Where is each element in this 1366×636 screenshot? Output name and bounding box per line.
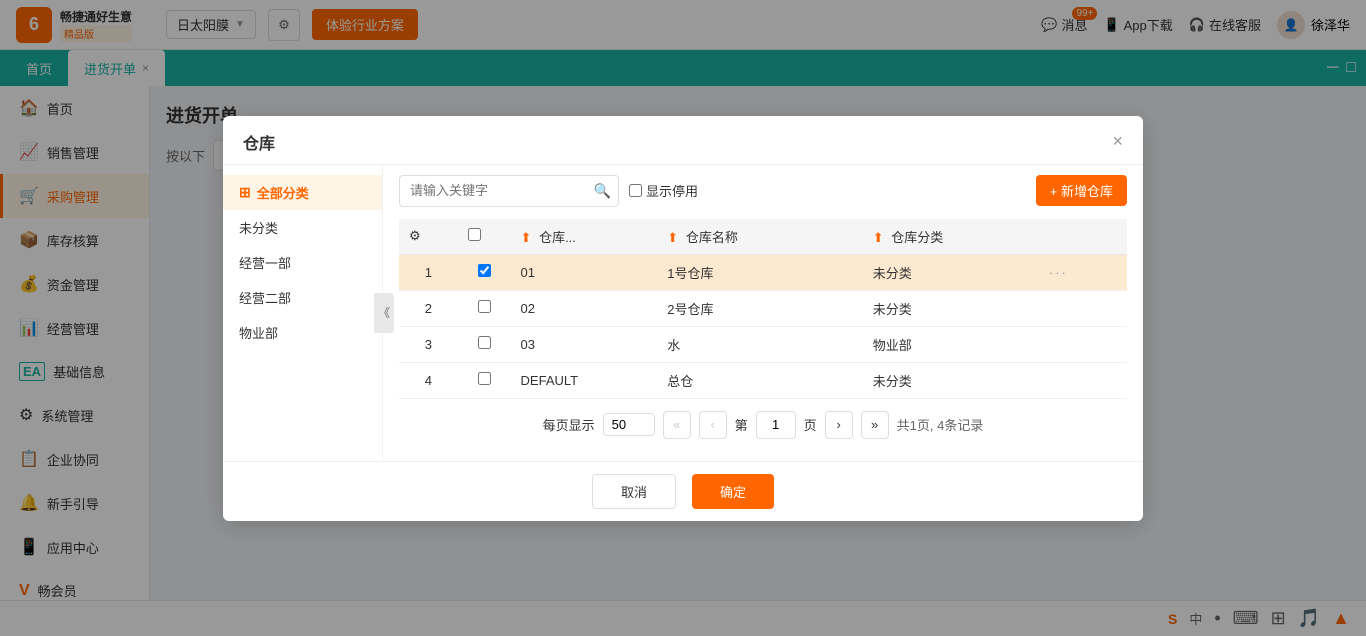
row-category: 未分类 [863,254,1039,290]
page-label: 第 [735,415,748,434]
page-suffix: 页 [804,415,817,434]
row-name: 2号仓库 [657,290,862,326]
row-name: 水 [657,326,862,362]
row-checkbox[interactable] [478,372,491,385]
row-category: 未分类 [863,362,1039,398]
cancel-button[interactable]: 取消 [592,474,676,509]
select-all-checkbox[interactable] [468,228,481,241]
row-checkbox[interactable] [478,336,491,349]
table-row[interactable]: 1 01 1号仓库 未分类 ··· [399,254,1127,290]
row-actions[interactable] [1039,326,1127,362]
col-header-name: ⬆ 仓库名称 [657,219,862,255]
table-row[interactable]: 4 DEFAULT 总仓 未分类 [399,362,1127,398]
row-checkbox-cell [458,254,511,290]
modal-overlay: 仓库 × ⊞ 全部分类 未分类 经营一部 经营二部 物业部 《 [0,0,1366,636]
row-checkbox-cell [458,362,511,398]
collapse-button[interactable]: 《 [374,293,394,333]
total-info: 共1页, 4条记录 [897,415,984,434]
row-category: 物业部 [863,326,1039,362]
col-header-num: ⚙ [399,219,458,255]
row-code: 02 [511,290,658,326]
pagination-bar: 每页显示 50 100 « ‹ 第 页 › » 共1页, 4条记录 [399,399,1127,451]
last-page-button[interactable]: » [861,411,889,439]
per-page-label: 每页显示 [543,415,595,434]
table-body: 1 01 1号仓库 未分类 ··· 2 02 2号仓库 未分类 3 03 水 物… [399,254,1127,398]
row-category: 未分类 [863,290,1039,326]
row-checkbox-cell [458,326,511,362]
gear-col-icon[interactable]: ⚙ [409,228,421,243]
row-num: 3 [399,326,458,362]
row-num: 2 [399,290,458,326]
category-item-ops2[interactable]: 经营二部 [223,280,382,315]
row-actions[interactable]: ··· [1039,254,1127,290]
search-input-wrap: 🔍 [399,175,619,207]
modal-body: ⊞ 全部分类 未分类 经营一部 经营二部 物业部 《 🔍 [223,165,1143,461]
warehouse-table: ⚙ ⬆ 仓库... ⬆ 仓库名称 [399,219,1127,399]
row-name: 总仓 [657,362,862,398]
table-panel: 🔍 显示停用 + 新增仓库 ⚙ [383,165,1143,461]
row-code: DEFAULT [511,362,658,398]
row-name: 1号仓库 [657,254,862,290]
grid-icon: ⊞ [239,184,251,201]
table-row[interactable]: 3 03 水 物业部 [399,326,1127,362]
col-header-actions [1039,219,1127,255]
table-row[interactable]: 2 02 2号仓库 未分类 [399,290,1127,326]
confirm-button[interactable]: 确定 [692,474,774,509]
search-input[interactable] [399,175,619,207]
category-all-label: 全部分类 [257,183,309,202]
col-header-category: ⬆ 仓库分类 [863,219,1039,255]
category-item-ops1[interactable]: 经营一部 [223,245,382,280]
category-item-unclassified[interactable]: 未分类 [223,210,382,245]
add-warehouse-button[interactable]: + 新增仓库 [1036,175,1127,206]
sort-code-icon: ⬆ [521,230,532,245]
page-input[interactable] [756,411,796,439]
category-all[interactable]: ⊞ 全部分类 [223,175,382,210]
search-bar: 🔍 显示停用 + 新增仓库 [399,175,1127,207]
row-code: 01 [511,254,658,290]
modal-header: 仓库 × [223,116,1143,165]
show-disabled-checkbox[interactable] [629,184,642,197]
modal-close-button[interactable]: × [1112,131,1123,152]
first-page-button[interactable]: « [663,411,691,439]
search-icon[interactable]: 🔍 [594,182,611,199]
sort-name-icon: ⬆ [667,230,678,245]
row-num: 4 [399,362,458,398]
sort-category-icon: ⬆ [873,230,884,245]
row-code: 03 [511,326,658,362]
row-actions[interactable] [1039,290,1127,326]
row-num: 1 [399,254,458,290]
next-page-button[interactable]: › [825,411,853,439]
modal-title: 仓库 [243,130,275,154]
col-header-check [458,219,511,255]
table-header: ⚙ ⬆ 仓库... ⬆ 仓库名称 [399,219,1127,255]
category-panel: ⊞ 全部分类 未分类 经营一部 经营二部 物业部 《 [223,165,383,461]
col-header-code: ⬆ 仓库... [511,219,658,255]
per-page-select[interactable]: 50 100 [603,413,655,436]
row-checkbox[interactable] [478,300,491,313]
prev-page-button[interactable]: ‹ [699,411,727,439]
row-checkbox[interactable] [478,264,491,277]
row-checkbox-cell [458,290,511,326]
category-item-property[interactable]: 物业部 [223,315,382,350]
modal-footer: 取消 确定 [223,461,1143,521]
warehouse-modal: 仓库 × ⊞ 全部分类 未分类 经营一部 经营二部 物业部 《 [223,116,1143,521]
row-actions[interactable] [1039,362,1127,398]
show-disabled-label[interactable]: 显示停用 [629,181,698,200]
